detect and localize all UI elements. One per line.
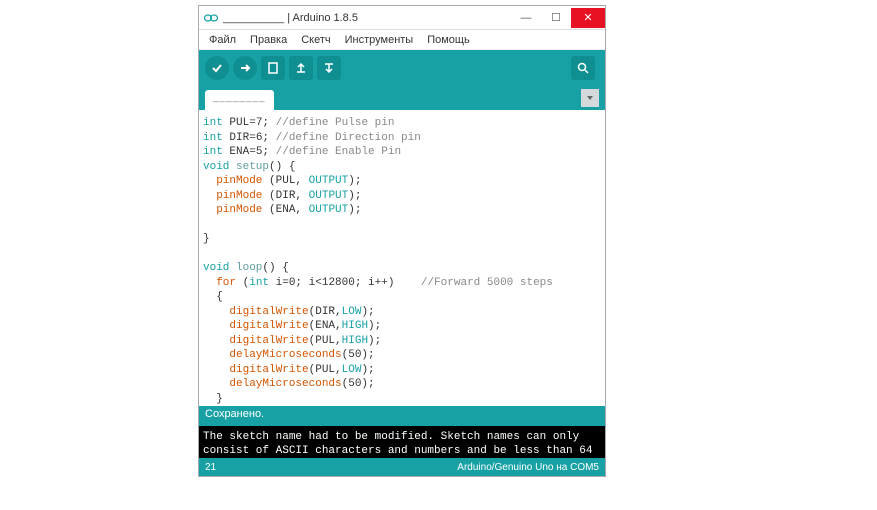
window-title: __________ | Arduino 1.8.5 (223, 12, 511, 24)
footer-bar: 21 Arduino/Genuino Uno на COM5 (199, 458, 605, 476)
open-button[interactable] (289, 56, 313, 80)
code-editor[interactable]: int PUL=7; //define Pulse pin int DIR=6;… (199, 110, 605, 406)
app-icon (199, 13, 223, 23)
menu-edit[interactable]: Правка (244, 32, 293, 48)
titlebar: __________ | Arduino 1.8.5 — ☐ ✕ (199, 6, 605, 30)
toolbar (199, 50, 605, 86)
save-button[interactable] (317, 56, 341, 80)
menu-tools[interactable]: Инструменты (339, 32, 420, 48)
new-button[interactable] (261, 56, 285, 80)
menu-help[interactable]: Помощь (421, 32, 476, 48)
sketch-tab[interactable]: ________ (205, 90, 274, 110)
close-button[interactable]: ✕ (571, 8, 605, 28)
menu-file[interactable]: Файл (203, 32, 242, 48)
menu-sketch[interactable]: Скетч (295, 32, 336, 48)
console-output[interactable]: The sketch name had to be modified. Sket… (199, 424, 605, 458)
minimize-button[interactable]: — (511, 8, 541, 28)
menubar: Файл Правка Скетч Инструменты Помощь (199, 30, 605, 50)
upload-button[interactable] (233, 56, 257, 80)
maximize-button[interactable]: ☐ (541, 8, 571, 28)
line-number: 21 (205, 462, 216, 473)
verify-button[interactable] (205, 56, 229, 80)
serial-monitor-button[interactable] (571, 56, 595, 80)
status-message: Сохранено. (199, 406, 605, 424)
arduino-ide-window: __________ | Arduino 1.8.5 — ☐ ✕ Файл Пр… (198, 5, 606, 477)
board-info: Arduino/Genuino Uno на COM5 (216, 462, 599, 473)
tabbar: ________ (199, 86, 605, 110)
tab-menu-button[interactable] (581, 89, 599, 107)
